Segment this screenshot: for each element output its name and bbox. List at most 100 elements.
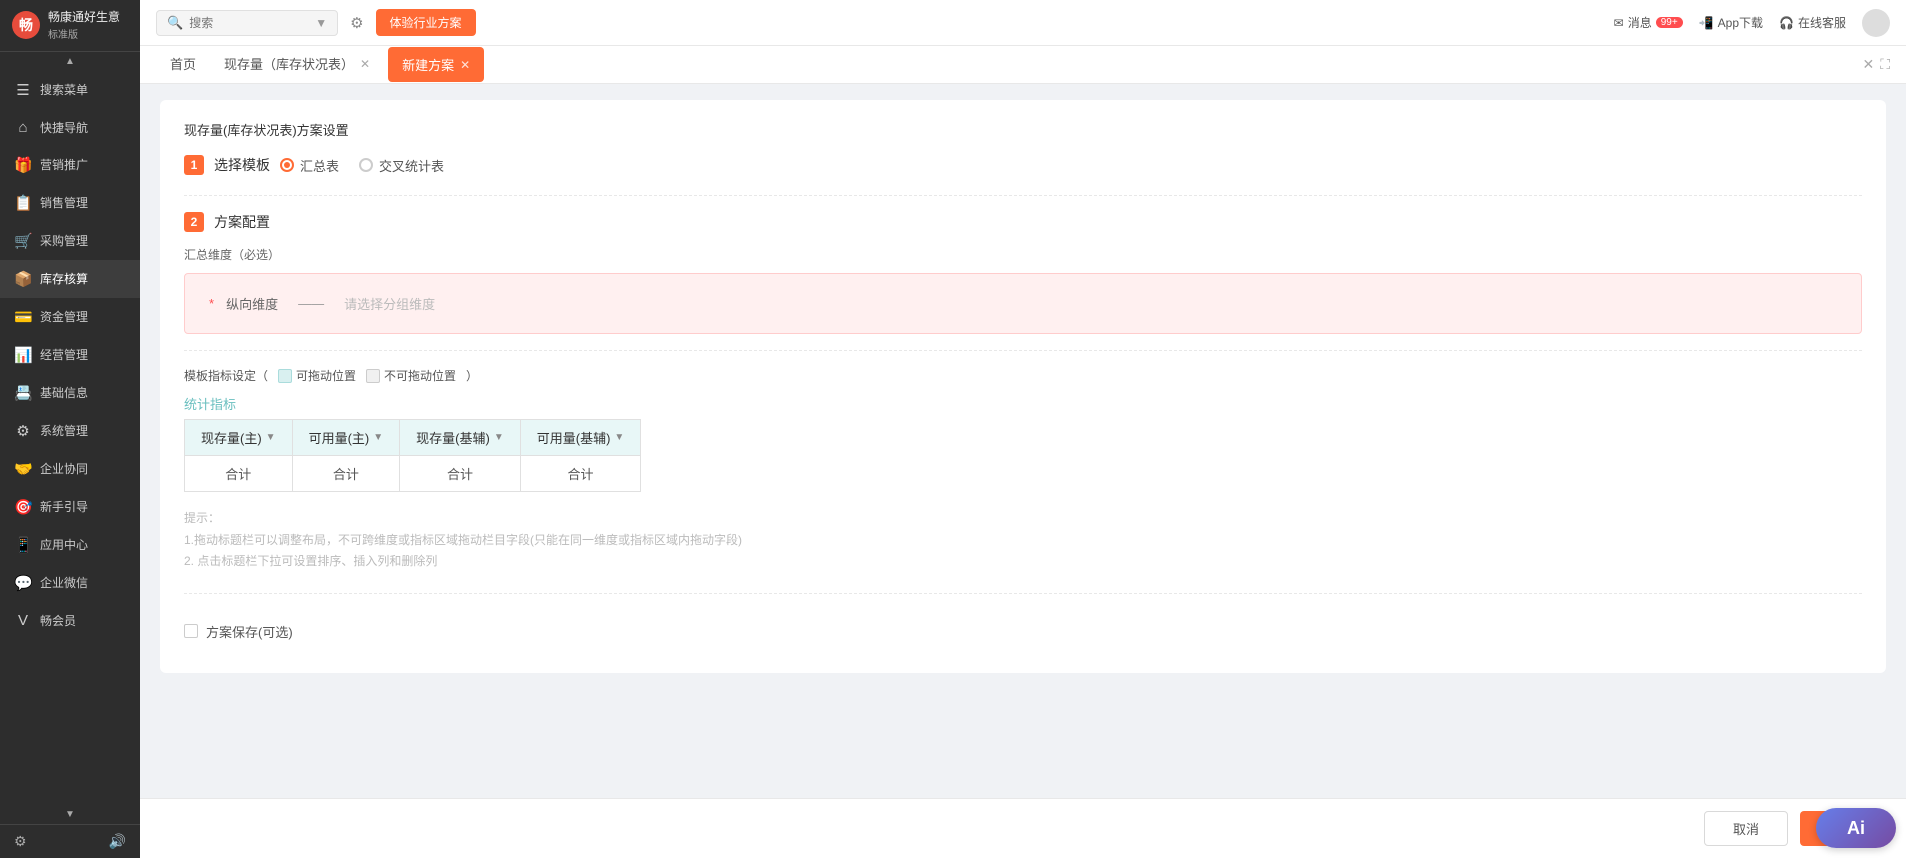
- sidebar-scroll-up[interactable]: ▲: [0, 52, 140, 71]
- summary-dimension-label: 汇总维度（必选）: [184, 246, 1862, 263]
- step2-block: 2 方案配置 汇总维度（必选） * 纵向维度 —— 请选择分组维度 模板指标设定…: [184, 212, 1862, 573]
- page-title: 现存量(库存状况表)方案设置: [184, 120, 1862, 139]
- sidebar-item-purchase[interactable]: 🛒 采购管理: [0, 222, 140, 260]
- step1-num: 1: [184, 155, 204, 175]
- step-divider-1: [184, 195, 1862, 196]
- sidebar-item-finance[interactable]: 💳 资金管理: [0, 298, 140, 336]
- metrics-config-label: 模板指标设定（ 可拖动位置 不可拖动位置 ）: [184, 367, 1862, 384]
- step1-header: 1 选择模板 汇总表 交叉统计表: [184, 155, 1862, 175]
- headset-icon: 🎧: [1779, 16, 1794, 30]
- online-service-button[interactable]: 🎧 在线客服: [1779, 14, 1846, 31]
- sidebar-item-wechat[interactable]: 💬 企业微信: [0, 564, 140, 602]
- col-header-existing-aux[interactable]: 现存量(基辅) ▼: [400, 420, 521, 456]
- sidebar-item-sales[interactable]: 📋 销售管理: [0, 184, 140, 222]
- sidebar-bottom: ⚙ 🔊: [0, 824, 140, 858]
- member-icon: V: [14, 612, 32, 629]
- download-icon: 📲: [1699, 16, 1714, 30]
- cell-available-aux: 合计: [520, 456, 641, 492]
- col-dropdown-existing-aux[interactable]: 现存量(基辅) ▼: [416, 428, 504, 447]
- topbar-gear-icon[interactable]: ⚙: [350, 14, 363, 32]
- topbar-search-box[interactable]: 🔍 ▼: [156, 10, 338, 36]
- non-draggable-indicator: 不可拖动位置: [366, 367, 456, 384]
- radio-summary-circle: [280, 158, 294, 172]
- sidebar-item-inventory[interactable]: 📦 库存核算: [0, 260, 140, 298]
- mobile-icon: 📱: [14, 536, 32, 554]
- col-header-existing-main[interactable]: 现存量(主) ▼: [185, 420, 293, 456]
- sidebar-item-member[interactable]: V 畅会员: [0, 602, 140, 639]
- main-area: 🔍 ▼ ⚙ 体验行业方案 ✉ 消息 99+ 📲 App下载 🎧 在线客服: [140, 0, 1906, 858]
- required-dimension-area: * 纵向维度 —— 请选择分组维度: [184, 273, 1862, 334]
- tab-new-plan-close[interactable]: ✕: [460, 58, 470, 72]
- messages-badge: 99+: [1656, 17, 1683, 28]
- radio-cross-circle: [359, 158, 373, 172]
- sidebar-scroll-down[interactable]: ▼: [0, 805, 140, 824]
- tabs-bar: 首页 现存量（库存状况表） ✕ 新建方案 ✕ ✕ ⛶: [140, 46, 1906, 84]
- col-dropdown-available-aux[interactable]: 可用量(基辅) ▼: [537, 428, 625, 447]
- sidebar-item-quick-nav[interactable]: ⌂ 快捷导航: [0, 109, 140, 146]
- user-avatar[interactable]: [1862, 9, 1890, 37]
- stats-table: 现存量(主) ▼ 可用量(主) ▼: [184, 419, 641, 492]
- sidebar-item-search-menu[interactable]: ☰ 搜索菜单: [0, 71, 140, 109]
- col-dropdown-available-main[interactable]: 可用量(主) ▼: [309, 428, 384, 447]
- logo-text: 畅康通好生意 标准版: [48, 10, 120, 41]
- step1-block: 1 选择模板 汇总表 交叉统计表: [184, 155, 1862, 175]
- sidebar-item-enterprise[interactable]: 🤝 企业协同: [0, 450, 140, 488]
- draggable-box: [278, 369, 292, 383]
- radio-cross[interactable]: 交叉统计表: [359, 156, 444, 175]
- search-input[interactable]: [189, 16, 309, 30]
- app-download-button[interactable]: 📲 App下载: [1699, 14, 1763, 31]
- col-dropdown-existing-main[interactable]: 现存量(主) ▼: [201, 428, 276, 447]
- logo-icon: 畅: [12, 11, 40, 39]
- message-icon: ✉: [1614, 16, 1624, 30]
- expand-icon[interactable]: ⛶: [1880, 56, 1890, 73]
- chart-icon: 📊: [14, 346, 32, 364]
- radio-summary[interactable]: 汇总表: [280, 156, 339, 175]
- cancel-button[interactable]: 取消: [1704, 811, 1788, 846]
- cart-icon: 🛒: [14, 232, 32, 250]
- settings-bottom-icon[interactable]: ⚙: [14, 833, 27, 850]
- close-panel-icon[interactable]: ✕: [1862, 56, 1874, 73]
- cell-existing-main: 合计: [185, 456, 293, 492]
- sidebar-item-operation[interactable]: 📊 经营管理: [0, 336, 140, 374]
- gear-icon: ⚙: [14, 422, 32, 440]
- content-area: 现存量(库存状况表)方案设置 1 选择模板 汇总表 交叉统计表: [140, 84, 1906, 798]
- sidebar-item-marketing[interactable]: 🎁 营销推广: [0, 146, 140, 184]
- step-divider-2: [184, 350, 1862, 351]
- required-star: *: [209, 296, 214, 311]
- sidebar-nav: ☰ 搜索菜单 ⌂ 快捷导航 🎁 营销推广 📋 销售管理 🛒 采购管理 📦 库存核…: [0, 71, 140, 805]
- sidebar-item-newbie[interactable]: 🎯 新手引导: [0, 488, 140, 526]
- settings-section: 现存量(库存状况表)方案设置 1 选择模板 汇总表 交叉统计表: [160, 100, 1886, 673]
- save-option-label: 方案保存(可选): [206, 622, 293, 641]
- sidebar-item-basic-info[interactable]: 📇 基础信息: [0, 374, 140, 412]
- tab-inventory-close[interactable]: ✕: [360, 57, 370, 71]
- messages-button[interactable]: ✉ 消息 99+: [1614, 14, 1683, 31]
- handshake-icon: 🤝: [14, 460, 32, 478]
- col-header-available-main[interactable]: 可用量(主) ▼: [292, 420, 400, 456]
- search-dropdown-icon[interactable]: ▼: [315, 16, 327, 30]
- tab-inventory-status[interactable]: 现存量（库存状况表） ✕: [210, 46, 384, 83]
- trial-button[interactable]: 体验行业方案: [376, 9, 476, 36]
- card-icon: 💳: [14, 308, 32, 326]
- tab-home[interactable]: 首页: [156, 46, 210, 83]
- sidebar: 畅 畅康通好生意 标准版 ▲ ☰ 搜索菜单 ⌂ 快捷导航 🎁 营销推广 📋 销售…: [0, 0, 140, 858]
- chat-icon: 💬: [14, 574, 32, 592]
- gift-icon: 🎁: [14, 156, 32, 174]
- tab-new-plan[interactable]: 新建方案 ✕: [388, 47, 484, 82]
- save-option: 方案保存(可选): [184, 610, 1862, 653]
- box-icon: 📦: [14, 270, 32, 288]
- sidebar-item-app-center[interactable]: 📱 应用中心: [0, 526, 140, 564]
- col-chevron-2: ▼: [494, 432, 504, 443]
- topbar: 🔍 ▼ ⚙ 体验行业方案 ✉ 消息 99+ 📲 App下载 🎧 在线客服: [140, 0, 1906, 46]
- col-chevron-0: ▼: [266, 432, 276, 443]
- step1-title: 选择模板: [214, 155, 270, 175]
- col-chevron-1: ▼: [373, 432, 383, 443]
- speaker-icon[interactable]: 🔊: [109, 833, 126, 850]
- sidebar-logo: 畅 畅康通好生意 标准版: [0, 0, 140, 52]
- sidebar-item-system[interactable]: ⚙ 系统管理: [0, 412, 140, 450]
- col-header-available-aux[interactable]: 可用量(基辅) ▼: [520, 420, 641, 456]
- footer: 取消 查询: [140, 798, 1906, 858]
- save-checkbox[interactable]: [184, 624, 198, 638]
- topbar-right: ✉ 消息 99+ 📲 App下载 🎧 在线客服: [1614, 9, 1890, 37]
- step2-title: 方案配置: [214, 212, 270, 232]
- ai-float-button[interactable]: Ai: [1816, 808, 1896, 848]
